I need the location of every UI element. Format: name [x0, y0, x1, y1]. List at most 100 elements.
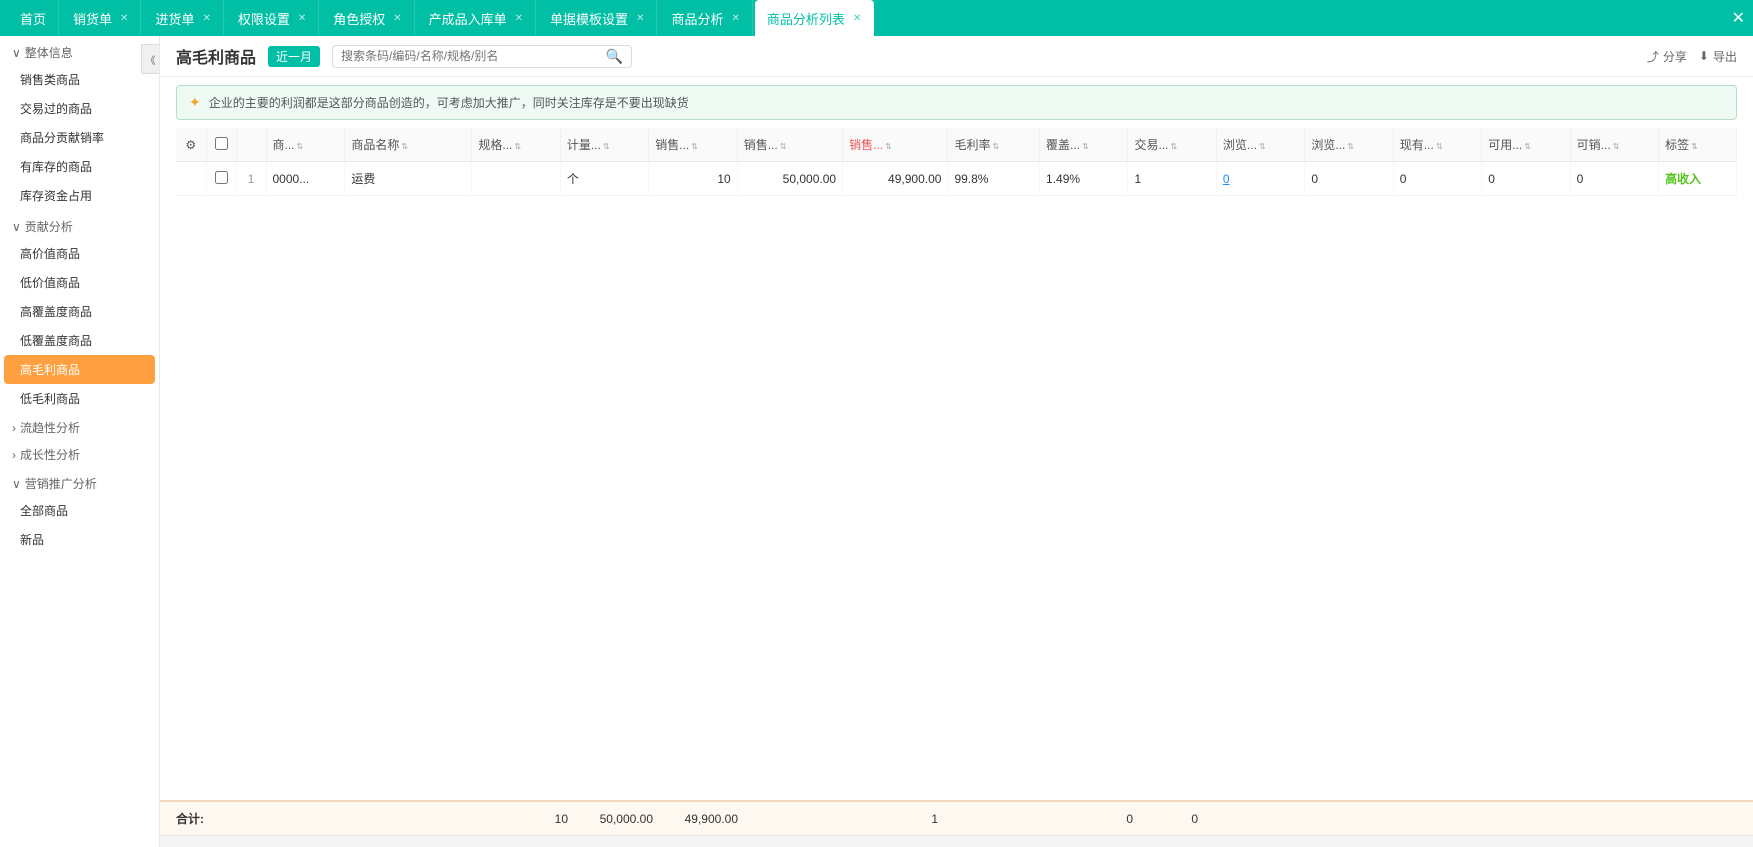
- col-browse1[interactable]: 浏览...⇅: [1216, 128, 1304, 162]
- col-spec[interactable]: 规格...⇅: [472, 128, 560, 162]
- footer-empty7: [814, 812, 879, 826]
- col-tag[interactable]: 标签⇅: [1659, 128, 1737, 162]
- chevron-right-icon: ›: [12, 421, 16, 435]
- content-area: 高毛利商品 近一月 🔍 ⤴ 分享 ⬇ 导出 ✦ 企业的主要的利润都是这部分商品创…: [160, 36, 1753, 847]
- col-name[interactable]: 商品名称⇅: [345, 128, 472, 162]
- close-icon[interactable]: ✕: [393, 13, 401, 24]
- page-title: 高毛利商品: [176, 44, 256, 68]
- footer-trade: 1: [879, 812, 944, 826]
- sidebar-item-stock-fund[interactable]: 库存资金占用: [0, 181, 159, 210]
- sidebar-item-high-value[interactable]: 高价值商品: [0, 239, 159, 268]
- sidebar-item-high-margin[interactable]: 高毛利商品: [4, 355, 155, 384]
- sidebar-group-contribution[interactable]: ∨ 贡献分析: [0, 210, 159, 239]
- sidebar-group-marketing[interactable]: ∨ 营销推广分析: [0, 467, 159, 496]
- tab-template-settings[interactable]: 单据模板设置 ✕: [538, 0, 657, 36]
- select-all-checkbox[interactable]: [215, 137, 228, 150]
- top-nav: 首页 销货单 ✕ 进货单 ✕ 权限设置 ✕ 角色授权 ✕ 产成品入库单 ✕ 单据…: [0, 0, 1753, 36]
- footer-empty9: [1009, 812, 1074, 826]
- sidebar-item-goods-contribution[interactable]: 商品分贡献销率: [0, 123, 159, 152]
- cell-rownum: 1: [236, 162, 266, 196]
- chevron-right-icon: ›: [12, 448, 16, 462]
- table-header-row: ⚙ 商...⇅ 商品名称⇅ 规格...⇅ 计量...⇅ 销售...⇅ 销售...…: [176, 128, 1737, 162]
- close-icon[interactable]: ✕: [853, 13, 861, 24]
- search-input[interactable]: [341, 49, 606, 63]
- close-icon[interactable]: ✕: [202, 13, 210, 24]
- info-banner: ✦ 企业的主要的利润都是这部分商品创造的，可考虑加大推广，同时关注库存是不要出现…: [176, 85, 1737, 120]
- col-sales-amount[interactable]: 销售...⇅: [737, 128, 842, 162]
- chevron-down-icon: ∨: [12, 477, 21, 491]
- tab-sales-order[interactable]: 销货单 ✕: [61, 0, 141, 36]
- sidebar-item-all-goods[interactable]: 全部商品: [0, 496, 159, 525]
- cell-trade: 1: [1128, 162, 1216, 196]
- col-available-stock[interactable]: 可用...⇅: [1482, 128, 1570, 162]
- cell-unit: 个: [560, 162, 648, 196]
- footer-empty10: [1204, 812, 1269, 826]
- sidebar-item-low-coverage[interactable]: 低覆盖度商品: [0, 326, 159, 355]
- sidebar-item-low-margin[interactable]: 低毛利商品: [0, 384, 159, 413]
- sidebar-item-low-value[interactable]: 低价值商品: [0, 268, 159, 297]
- col-gross-rate[interactable]: 毛利率⇅: [948, 128, 1040, 162]
- cell-sales-profit: 49,900.00: [843, 162, 948, 196]
- sidebar-item-high-coverage[interactable]: 高覆盖度商品: [0, 297, 159, 326]
- tab-product-warehouse[interactable]: 产成品入库单 ✕: [417, 0, 536, 36]
- footer-current-stock: 0: [1074, 812, 1139, 826]
- col-code[interactable]: 商...⇅: [266, 128, 345, 162]
- tab-product-analysis-list[interactable]: 商品分析列表 ✕: [755, 0, 874, 36]
- close-icon[interactable]: ✕: [298, 13, 306, 24]
- col-sales-profit[interactable]: 销售...⇅: [843, 128, 948, 162]
- footer-available-stock: 0: [1139, 812, 1204, 826]
- sidebar-item-new-goods[interactable]: 新品: [0, 525, 159, 554]
- col-browse2[interactable]: 浏览...⇅: [1305, 128, 1393, 162]
- share-button[interactable]: ⤴ 分享: [1647, 48, 1687, 65]
- cell-gross-rate: 99.8%: [948, 162, 1040, 196]
- col-checkbox[interactable]: [206, 128, 236, 162]
- table-container: ⚙ 商...⇅ 商品名称⇅ 规格...⇅ 计量...⇅ 销售...⇅ 销售...…: [160, 128, 1753, 800]
- export-button[interactable]: ⬇ 导出: [1699, 48, 1737, 65]
- col-cover[interactable]: 覆盖...⇅: [1040, 128, 1128, 162]
- cell-browse1[interactable]: 0: [1216, 162, 1304, 196]
- col-rownum: [236, 128, 266, 162]
- sidebar-group-growth[interactable]: › 成长性分析: [0, 440, 159, 467]
- footer-empty4: [354, 812, 434, 826]
- cell-spec: [472, 162, 560, 196]
- col-current-stock[interactable]: 现有...⇅: [1393, 128, 1481, 162]
- footer-values: 10 50,000.00 49,900.00 1 0 0: [224, 812, 1737, 826]
- footer-label: 合计:: [176, 810, 204, 827]
- close-all-tabs-icon[interactable]: ✕: [1732, 8, 1745, 28]
- close-icon[interactable]: ✕: [515, 13, 523, 24]
- row-checkbox[interactable]: [215, 171, 228, 184]
- tab-product-analysis[interactable]: 商品分析 ✕: [659, 0, 752, 36]
- tab-role-auth[interactable]: 角色授权 ✕: [321, 0, 414, 36]
- header-actions: ⤴ 分享 ⬇ 导出: [1647, 48, 1737, 65]
- sidebar-collapse-button[interactable]: 《: [141, 44, 159, 74]
- bottom-scrollbar[interactable]: [160, 835, 1753, 847]
- cell-browse2: 0: [1305, 162, 1393, 196]
- sidebar-item-stock-goods[interactable]: 有库存的商品: [0, 152, 159, 181]
- col-saleable-stock[interactable]: 可销...⇅: [1570, 128, 1658, 162]
- close-icon[interactable]: ✕: [120, 13, 128, 24]
- col-trade[interactable]: 交易...⇅: [1128, 128, 1216, 162]
- footer-empty2: [254, 812, 284, 826]
- content-header: 高毛利商品 近一月 🔍 ⤴ 分享 ⬇ 导出: [160, 36, 1753, 77]
- col-sales-qty[interactable]: 销售...⇅: [649, 128, 737, 162]
- cell-sales-qty: 10: [649, 162, 737, 196]
- search-icon[interactable]: 🔍: [606, 48, 623, 65]
- tab-permissions[interactable]: 权限设置 ✕: [226, 0, 319, 36]
- sidebar-item-sales-goods[interactable]: 销售类商品: [0, 65, 159, 94]
- cell-checkbox[interactable]: [206, 162, 236, 196]
- col-settings[interactable]: ⚙: [176, 128, 206, 162]
- table-row: 1 0000... 运费 个 10 50,000.00 49,900.00 99…: [176, 162, 1737, 196]
- footer-empty5: [434, 812, 504, 826]
- close-icon[interactable]: ✕: [636, 13, 644, 24]
- sidebar: 《 ∨ 整体信息 销售类商品 交易过的商品 商品分贡献销率 有库存的商品 库存资…: [0, 36, 160, 847]
- col-unit[interactable]: 计量...⇅: [560, 128, 648, 162]
- sidebar-group-trend[interactable]: › 流趋性分析: [0, 413, 159, 440]
- tab-home[interactable]: 首页: [8, 0, 59, 36]
- footer-sales-amount: 50,000.00: [574, 812, 659, 826]
- sidebar-group-overall[interactable]: ∨ 整体信息: [0, 36, 159, 65]
- sidebar-item-traded-goods[interactable]: 交易过的商品: [0, 94, 159, 123]
- time-filter-button[interactable]: 近一月: [268, 46, 320, 67]
- footer-empty6: [744, 812, 814, 826]
- close-icon[interactable]: ✕: [731, 13, 739, 24]
- tab-purchase-order[interactable]: 进货单 ✕: [143, 0, 223, 36]
